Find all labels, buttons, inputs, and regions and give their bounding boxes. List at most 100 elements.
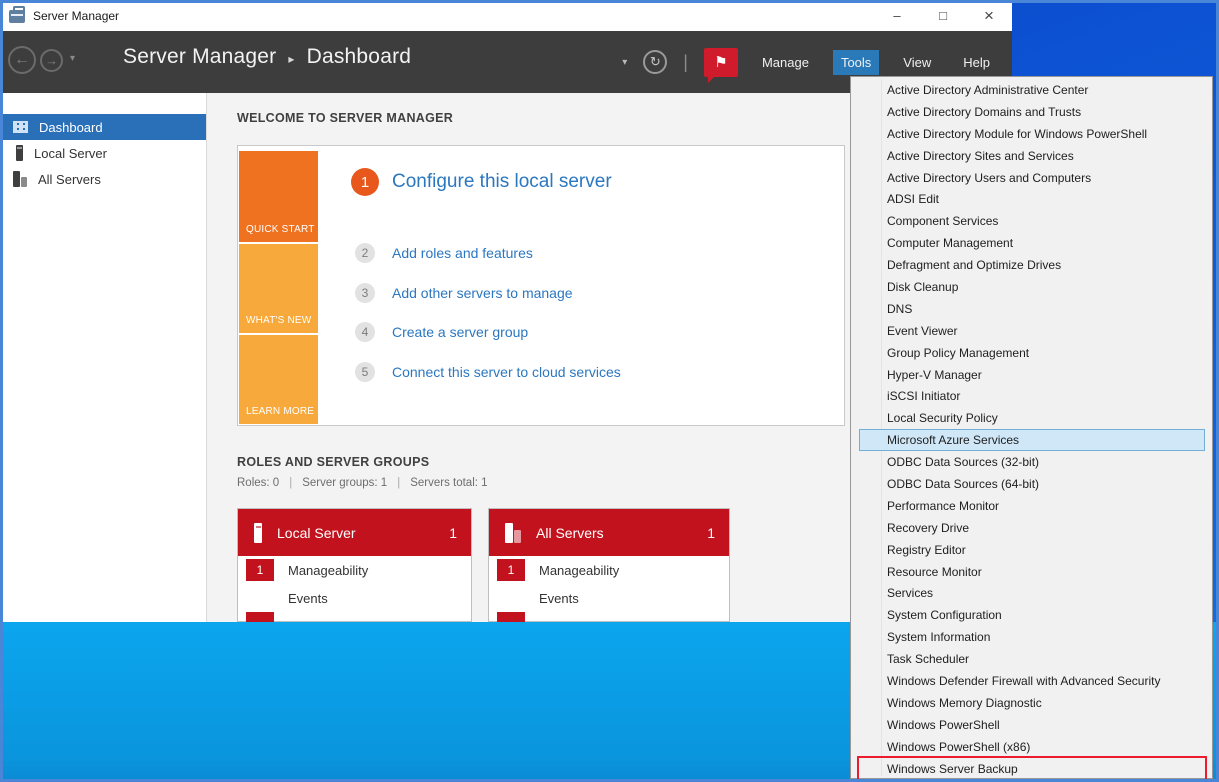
tools-menu-item[interactable]: Active Directory Administrative Center [859, 79, 1205, 101]
breadcrumb: Server Manager ▸ Dashboard [123, 45, 411, 69]
tile-row-clipped [238, 612, 471, 622]
back-icon[interactable]: ← [8, 46, 36, 74]
tools-menu-item[interactable]: Computer Management [859, 232, 1205, 254]
tools-menu-item[interactable]: Component Services [859, 210, 1205, 232]
dashboard-grid-icon [13, 121, 28, 133]
tools-menu-item[interactable]: Registry Editor [859, 539, 1205, 561]
step-number-badge: 5 [355, 362, 375, 382]
step-label: Add roles and features [392, 245, 533, 261]
tools-menu-item[interactable]: Active Directory Module for Windows Powe… [859, 123, 1205, 145]
tools-menu-item[interactable]: Active Directory Domains and Trusts [859, 101, 1205, 123]
tools-menu-item[interactable]: Windows Memory Diagnostic [859, 692, 1205, 714]
welcome-heading: WELCOME TO SERVER MANAGER [237, 111, 453, 125]
step-number-badge: 2 [355, 243, 375, 263]
tile-row-manageability[interactable]: 1 Manageability [238, 556, 471, 584]
welcome-panel: QUICK START WHAT'S NEW LEARN MORE 1 Conf… [237, 145, 845, 426]
tools-menu-item[interactable]: Defragment and Optimize Drives [859, 254, 1205, 276]
history-chevron-down-icon[interactable]: ▾ [70, 53, 75, 64]
step-label: Configure this local server [392, 171, 612, 193]
maximize-button[interactable]: □ [920, 0, 966, 31]
count-badge [497, 612, 525, 622]
tools-menu-item[interactable]: Hyper-V Manager [859, 364, 1205, 386]
tile-row-events[interactable]: Events [238, 584, 471, 612]
tools-menu-item[interactable]: Group Policy Management [859, 342, 1205, 364]
breadcrumb-root[interactable]: Server Manager [123, 45, 276, 69]
count-badge: 1 [497, 559, 525, 581]
window-title: Server Manager [33, 9, 874, 23]
tools-menu-item-windows-server-backup[interactable]: Windows Server Backup [859, 758, 1205, 780]
tile-title: Local Server [277, 525, 356, 541]
tile-row-manageability[interactable]: 1 Manageability [489, 556, 729, 584]
step-add-roles-features[interactable]: 2 Add roles and features [355, 243, 533, 263]
sidebar-item-all-servers[interactable]: All Servers [0, 166, 206, 192]
server-manager-app-icon [9, 10, 25, 23]
tools-menu-item[interactable]: Windows PowerShell [859, 714, 1205, 736]
titlebar: Server Manager – □ × [0, 0, 1012, 31]
close-button[interactable]: × [966, 0, 1012, 31]
tile-row-events[interactable]: Events [489, 584, 729, 612]
minimize-button[interactable]: – [874, 0, 920, 31]
tools-menu-item[interactable]: Task Scheduler [859, 648, 1205, 670]
stat-server-groups: Server groups: 1 [302, 477, 387, 489]
stats-divider: | [397, 477, 400, 489]
sidebar-item-local-server[interactable]: Local Server [0, 140, 206, 166]
tools-menu-item[interactable]: Active Directory Users and Computers [859, 167, 1205, 189]
roles-heading: ROLES AND SERVER GROUPS [237, 455, 429, 469]
tile-all-servers: All Servers 1 1 Manageability Events [488, 508, 730, 622]
notifications-flag-icon[interactable]: ⚑ [704, 48, 738, 77]
step-label: Create a server group [392, 324, 528, 340]
tools-menu-item[interactable]: Performance Monitor [859, 495, 1205, 517]
row-label: Events [288, 591, 328, 606]
count-badge: 1 [246, 559, 274, 581]
stat-servers-total: Servers total: 1 [410, 477, 487, 489]
step-number-badge: 4 [355, 322, 375, 342]
breadcrumb-separator-icon: ▸ [288, 49, 294, 66]
tools-menu-item[interactable]: ODBC Data Sources (64-bit) [859, 473, 1205, 495]
tools-menu-item[interactable]: Active Directory Sites and Services [859, 145, 1205, 167]
tools-menu-item-microsoft-azure-services[interactable]: Microsoft Azure Services [859, 429, 1205, 451]
server-chevron-down-icon[interactable]: ▾ [622, 57, 627, 68]
sidebar: Dashboard Local Server All Servers [0, 93, 207, 622]
tools-menu-item[interactable]: Windows PowerShell (x86) [859, 736, 1205, 758]
tools-menu-item[interactable]: Resource Monitor [859, 561, 1205, 583]
tile-local-server: Local Server 1 1 Manageability Events [237, 508, 472, 622]
tools-menu-item[interactable]: System Information [859, 626, 1205, 648]
tools-menu-item[interactable]: Services [859, 582, 1205, 604]
tools-menu-item[interactable]: System Configuration [859, 604, 1205, 626]
tile-local-server-header[interactable]: Local Server 1 [238, 509, 471, 556]
sidebar-item-label: All Servers [38, 172, 101, 187]
tools-menu-item[interactable]: Local Security Policy [859, 407, 1205, 429]
step-create-server-group[interactable]: 4 Create a server group [355, 322, 528, 342]
sidebar-item-dashboard[interactable]: Dashboard [0, 114, 206, 140]
tools-menu-item[interactable]: Disk Cleanup [859, 276, 1205, 298]
step-connect-cloud-services[interactable]: 5 Connect this server to cloud services [355, 362, 621, 382]
quick-start-block[interactable]: QUICK START [239, 151, 318, 242]
step-configure-local-server[interactable]: 1 Configure this local server [351, 168, 612, 196]
refresh-icon[interactable]: ↻ [643, 50, 667, 74]
forward-icon[interactable]: → [40, 49, 63, 72]
tile-all-servers-header[interactable]: All Servers 1 [489, 509, 729, 556]
tile-title: All Servers [536, 525, 604, 541]
breadcrumb-current: Dashboard [307, 45, 412, 69]
servers-icon [13, 171, 27, 187]
row-label: Events [539, 591, 579, 606]
menu-view[interactable]: View [895, 50, 939, 75]
count-badge [246, 612, 274, 622]
tools-menu-item[interactable]: Event Viewer [859, 320, 1205, 342]
whats-new-block[interactable]: WHAT'S NEW [239, 244, 318, 333]
step-add-other-servers[interactable]: 3 Add other servers to manage [355, 283, 573, 303]
menu-manage[interactable]: Manage [754, 50, 817, 75]
tools-menu-item[interactable]: DNS [859, 298, 1205, 320]
menu-help[interactable]: Help [955, 50, 998, 75]
tools-menu-item[interactable]: Windows Defender Firewall with Advanced … [859, 670, 1205, 692]
tools-menu-item[interactable]: ADSI Edit [859, 188, 1205, 210]
menu-tools[interactable]: Tools [833, 50, 879, 75]
learn-more-block[interactable]: LEARN MORE [239, 335, 318, 424]
servers-icon [505, 523, 521, 543]
tools-menu-item[interactable]: iSCSI Initiator [859, 385, 1205, 407]
tools-menu-item[interactable]: Recovery Drive [859, 517, 1205, 539]
stat-roles: Roles: 0 [237, 477, 279, 489]
step-number-badge: 1 [351, 168, 379, 196]
tools-menu-item[interactable]: ODBC Data Sources (32-bit) [859, 451, 1205, 473]
row-label: Manageability [288, 563, 368, 578]
